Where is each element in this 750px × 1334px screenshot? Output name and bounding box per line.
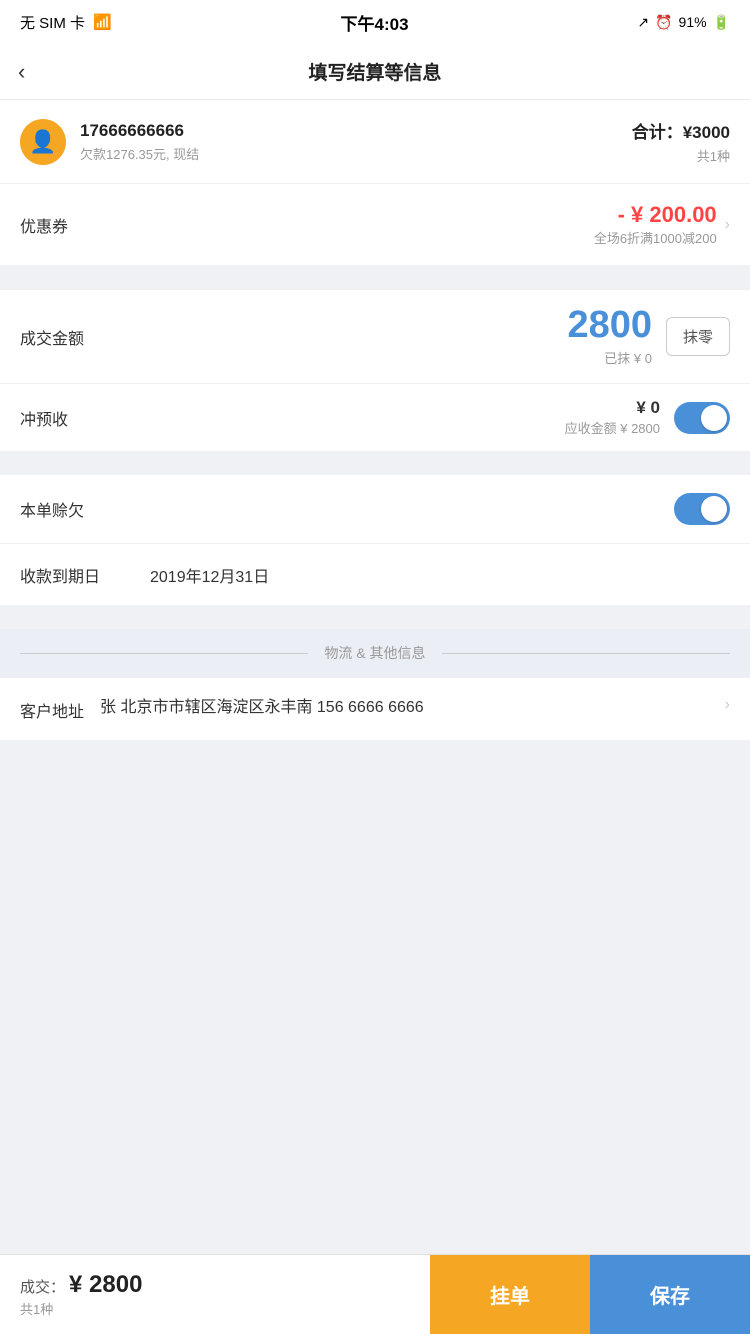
deal-section: 成交金额 2800 已抹 ¥ 0 抹零 冲预收 ¥ 0 应收金额 ¥ 2800 <box>0 289 750 451</box>
customer-total: 合计：¥3000 共1种 <box>632 118 730 165</box>
save-button[interactable]: 保存 <box>590 1255 750 1334</box>
divider2 <box>0 463 750 475</box>
coupon-value: - ¥ 200.00 全场6折满1000减200 <box>100 202 717 247</box>
footer-info: 成交： ¥ 2800 共1种 <box>0 1255 430 1334</box>
divider3 <box>0 617 750 629</box>
battery-icon: 🔋 <box>713 14 730 31</box>
customer-phone: 17666666666 <box>80 121 632 141</box>
address-row[interactable]: 客户地址 张 北京市市辖区海淀区永丰南 156 6666 6666 › <box>0 677 750 740</box>
chong-yushou-amount: ¥ 0 <box>110 398 660 418</box>
alarm-icon: ⏰ <box>655 14 672 31</box>
chong-yushou-label: 冲预收 <box>20 406 110 430</box>
bendan-row: 本单赊欠 <box>0 475 750 543</box>
footer: 成交： ¥ 2800 共1种 挂单 保存 <box>0 1254 750 1334</box>
section-title-bar: 物流 & 其他信息 <box>0 629 750 677</box>
due-date-label: 收款到期日 <box>20 563 140 587</box>
coupon-chevron-icon: › <box>725 216 730 234</box>
chong-yushou-values: ¥ 0 应收金额 ¥ 2800 <box>110 398 660 437</box>
total-sub: 共1种 <box>632 146 730 165</box>
round-button[interactable]: 抹零 <box>666 317 730 356</box>
back-button[interactable]: ‹ <box>18 59 25 85</box>
customer-row: 👤 17666666666 欠款1276.35元, 现结 合计：¥3000 共1… <box>0 100 750 183</box>
coupon-desc: 全场6折满1000减200 <box>100 228 717 247</box>
address-label: 客户地址 <box>20 696 100 722</box>
address-chevron-icon: › <box>725 696 730 714</box>
status-time: 下午4:03 <box>341 10 409 35</box>
coupon-amount: - ¥ 200.00 <box>100 202 717 228</box>
footer-deal-label: 成交： <box>20 1276 65 1297</box>
coupon-label: 优惠券 <box>20 213 100 237</box>
bottom-gray-area <box>0 752 750 892</box>
chong-yushou-row: 冲预收 ¥ 0 应收金额 ¥ 2800 <box>0 383 750 451</box>
deal-sub: 已抹 ¥ 0 <box>110 348 652 367</box>
location-icon: ↗ <box>637 14 649 31</box>
due-date-row: 收款到期日 2019年12月31日 <box>0 543 750 605</box>
battery-level: 91% <box>679 14 707 30</box>
deal-number: 2800 <box>110 306 652 344</box>
address-value: 张 北京市市辖区海淀区永丰南 156 6666 6666 <box>100 696 717 720</box>
avatar-icon: 👤 <box>29 129 56 155</box>
no-sim-label: 无 SIM 卡 <box>20 12 85 33</box>
status-left: 无 SIM 卡 📶 <box>20 12 112 33</box>
title-line-right <box>442 653 730 654</box>
wifi-icon: 📶 <box>93 13 112 31</box>
hang-button[interactable]: 挂单 <box>430 1255 590 1334</box>
deal-label: 成交金额 <box>20 325 110 349</box>
status-right: ↗ ⏰ 91% 🔋 <box>637 14 730 31</box>
chong-yushou-sub: 应收金额 ¥ 2800 <box>110 418 660 437</box>
section-title: 物流 & 其他信息 <box>324 643 425 663</box>
bendan-label: 本单赊欠 <box>20 497 140 521</box>
avatar: 👤 <box>20 119 66 165</box>
title-line-left <box>20 653 308 654</box>
address-section: 客户地址 张 北京市市辖区海淀区永丰南 156 6666 6666 › <box>0 677 750 740</box>
deal-amount-row: 成交金额 2800 已抹 ¥ 0 抹零 <box>0 289 750 383</box>
nav-bar: ‹ 填写结算等信息 <box>0 44 750 100</box>
status-bar: 无 SIM 卡 📶 下午4:03 ↗ ⏰ 91% 🔋 <box>0 0 750 44</box>
divider1 <box>0 277 750 289</box>
total-amount: 合计：¥3000 <box>632 118 730 143</box>
customer-sub: 欠款1276.35元, 现结 <box>80 144 632 163</box>
customer-section: 👤 17666666666 欠款1276.35元, 现结 合计：¥3000 共1… <box>0 100 750 265</box>
bendan-toggle[interactable] <box>674 493 730 525</box>
deal-amount-block: 2800 已抹 ¥ 0 <box>110 306 652 367</box>
bendan-section: 本单赊欠 收款到期日 2019年12月31日 <box>0 475 750 605</box>
page-title: 填写结算等信息 <box>308 58 441 85</box>
coupon-row[interactable]: 优惠券 - ¥ 200.00 全场6折满1000减200 › <box>0 183 750 265</box>
chong-yushou-toggle[interactable] <box>674 402 730 434</box>
footer-deal-amount: ¥ 2800 <box>69 1271 142 1299</box>
customer-info: 17666666666 欠款1276.35元, 现结 <box>80 121 632 163</box>
footer-sub: 共1种 <box>20 1299 410 1318</box>
due-date-value: 2019年12月31日 <box>140 563 730 587</box>
